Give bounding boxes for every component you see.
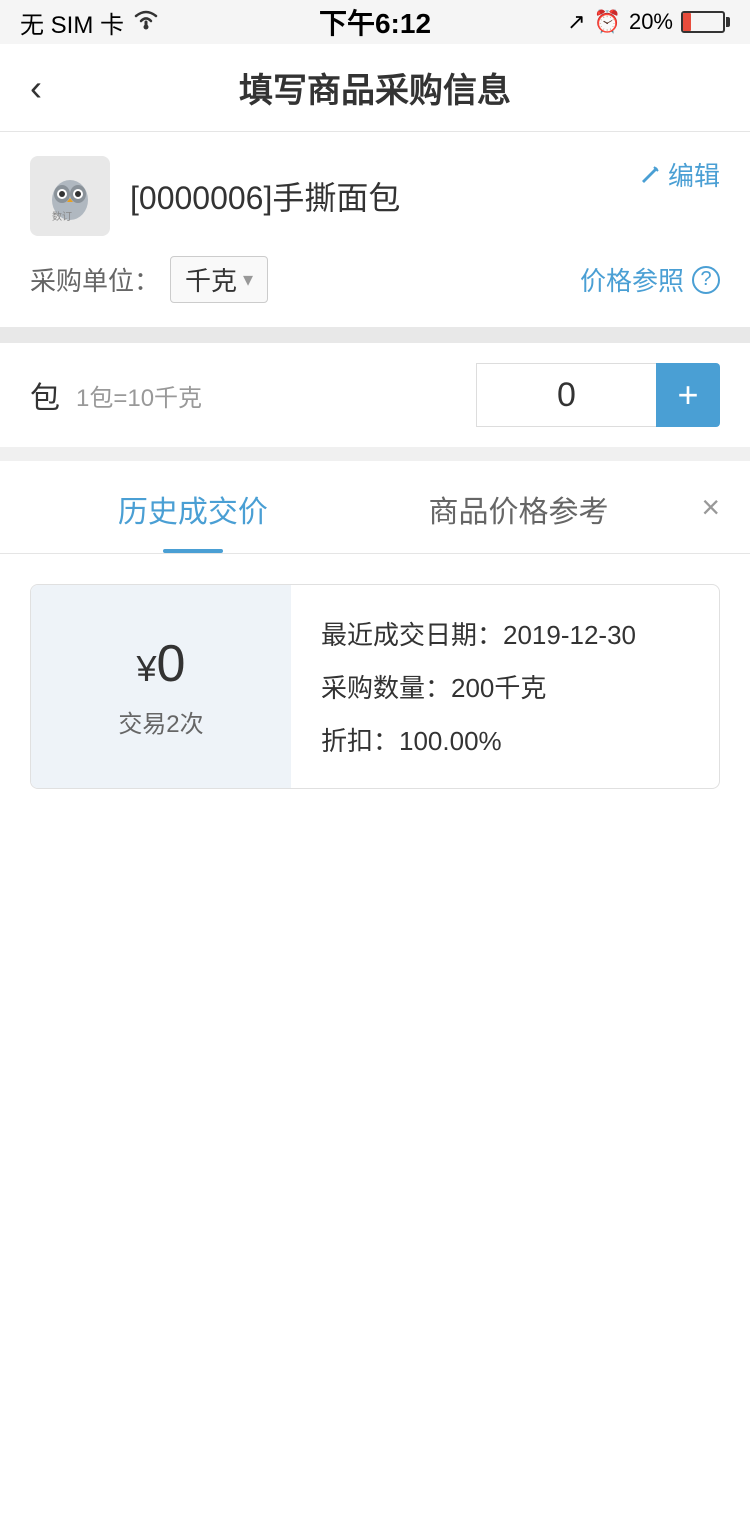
section-divider [0, 327, 750, 343]
dropdown-icon: ▾ [243, 267, 253, 292]
tabs-close-button[interactable]: × [681, 469, 720, 546]
product-name: [0000006]手撕面包 [130, 173, 400, 219]
price-ref-icon: ? [692, 266, 720, 294]
product-thumb-image: 数订 [35, 161, 105, 231]
quantity-label: 包 1包=10千克 [30, 373, 202, 417]
purchase-qty-value: 200千克 [451, 673, 546, 703]
history-card-left: ¥0 交易2次 [31, 585, 291, 788]
battery-percent: 20% [629, 9, 673, 35]
product-header: 数订 [0000006]手撕面包 编辑 [30, 156, 720, 236]
status-bar: 无 SIM 卡 下午6:12 ↗ ⏰ 20% [0, 0, 750, 44]
bottom-space [0, 819, 750, 1519]
location-icon: ↗ [567, 9, 585, 35]
price-ref-label: 价格参照 [580, 261, 684, 298]
history-card-right: 最近成交日期：2019-12-30 采购数量：200千克 折扣：100.00% [291, 585, 719, 788]
quantity-input-group: + [476, 363, 720, 427]
price-ref-button[interactable]: 价格参照 ? [580, 261, 720, 298]
battery-icon [681, 11, 730, 33]
history-content: ¥0 交易2次 最近成交日期：2019-12-30 采购数量：200千克 折扣：… [0, 554, 750, 819]
history-card: ¥0 交易2次 最近成交日期：2019-12-30 采购数量：200千克 折扣：… [30, 584, 720, 789]
unit-row: 采购单位： 千克 ▾ 价格参照 ? [30, 256, 720, 303]
quantity-sub-label: 1包=10千克 [76, 378, 202, 413]
alarm-icon: ⏰ [594, 9, 621, 35]
recent-date-value: 2019-12-30 [503, 620, 636, 650]
purchase-qty-row: 采购数量：200千克 [321, 668, 689, 705]
discount-label: 折扣： [321, 726, 399, 756]
history-price: ¥0 [137, 634, 186, 694]
edit-label: 编辑 [668, 156, 720, 193]
product-section: 数订 [0000006]手撕面包 编辑 采购单位： 千克 ▾ 价格参照 [0, 132, 750, 327]
quantity-input[interactable] [476, 363, 656, 427]
tab-history-label: 历史成交价 [118, 496, 268, 529]
unit-select[interactable]: 千克 ▾ [170, 256, 268, 303]
carrier-text: 无 SIM 卡 [20, 5, 124, 40]
status-left: 无 SIM 卡 [20, 5, 160, 40]
svg-text:数订: 数订 [52, 210, 72, 223]
tabs-section: 历史成交价 商品价格参考 × ¥0 交易2次 最近成交日期：2019-12-30… [0, 461, 750, 819]
tab-price-ref[interactable]: 商品价格参考 [356, 461, 682, 553]
tab-history-price[interactable]: 历史成交价 [30, 461, 356, 553]
discount-row: 折扣：100.00% [321, 721, 689, 758]
product-thumbnail: 数订 [30, 156, 110, 236]
status-right: ↗ ⏰ 20% [567, 9, 730, 35]
nav-bar: ‹ 填写商品采购信息 [0, 44, 750, 132]
edit-button[interactable]: 编辑 [638, 156, 720, 193]
unit-label: 采购单位： [30, 261, 160, 298]
close-icon: × [701, 489, 720, 526]
recent-date-row: 最近成交日期：2019-12-30 [321, 615, 689, 652]
discount-value: 100.00% [399, 726, 502, 756]
nav-title: 填写商品采购信息 [239, 63, 511, 112]
unit-value: 千克 [185, 261, 237, 298]
quantity-plus-button[interactable]: + [656, 363, 720, 427]
history-trades: 交易2次 [118, 704, 203, 739]
price-symbol: ¥ [137, 648, 157, 689]
quantity-section: 包 1包=10千克 + [0, 343, 750, 447]
price-value: 0 [157, 635, 186, 693]
back-button[interactable]: ‹ [30, 57, 52, 119]
quantity-unit: 包 [30, 373, 60, 417]
recent-date-label: 最近成交日期： [321, 620, 503, 650]
status-time: 下午6:12 [319, 2, 431, 42]
plus-icon: + [677, 374, 698, 416]
purchase-qty-label: 采购数量： [321, 673, 451, 703]
wifi-icon [132, 8, 160, 37]
tabs-header: 历史成交价 商品价格参考 × [0, 461, 750, 554]
product-left: 数订 [0000006]手撕面包 [30, 156, 400, 236]
tab-price-ref-label: 商品价格参考 [428, 496, 608, 529]
